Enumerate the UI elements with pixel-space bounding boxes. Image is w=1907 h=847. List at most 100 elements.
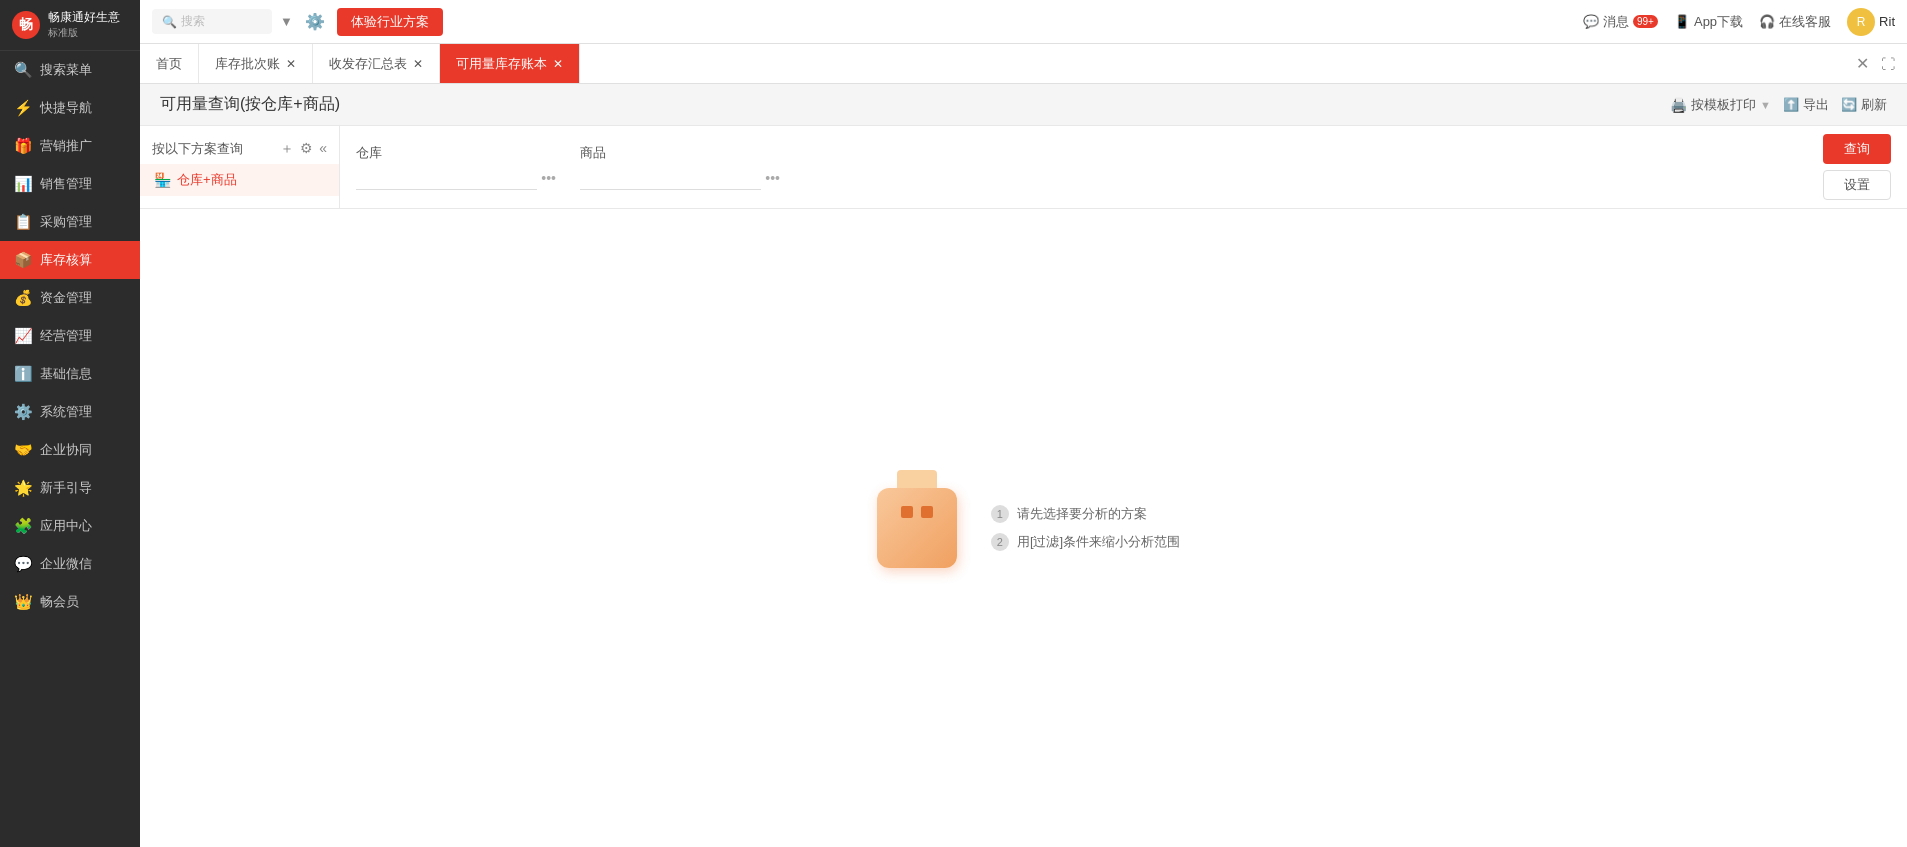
sidebar-item-sales[interactable]: 📊 销售管理 xyxy=(0,165,140,203)
warehouse-more-icon[interactable]: ••• xyxy=(541,170,556,186)
filter-title: 按以下方案查询 xyxy=(152,140,243,158)
refresh-btn[interactable]: 🔄 刷新 xyxy=(1841,96,1887,114)
scheme-item-warehouse-product[interactable]: 🏪 仓库+商品 xyxy=(140,164,339,196)
warehouse-input[interactable] xyxy=(356,166,537,190)
print-btn[interactable]: 🖨️ 按模板打印 ▼ xyxy=(1670,96,1771,114)
tab-collect-summary[interactable]: 收发存汇总表 ✕ xyxy=(313,44,440,83)
scheme-label: 仓库+商品 xyxy=(177,171,237,189)
tab-collect-close[interactable]: ✕ xyxy=(413,57,423,71)
sidebar-item-appcenter[interactable]: 🧩 应用中心 xyxy=(0,507,140,545)
money-icon: 💰 xyxy=(14,289,32,307)
sidebar-label-appcenter: 应用中心 xyxy=(40,517,92,535)
sidebar-item-system[interactable]: ⚙️ 系统管理 xyxy=(0,393,140,431)
tab-batch-close[interactable]: ✕ xyxy=(286,57,296,71)
message-btn[interactable]: 💬 消息 99+ xyxy=(1583,13,1658,31)
sidebar-item-search[interactable]: 🔍 搜索菜单 xyxy=(0,51,140,89)
logo-icon: 畅 xyxy=(12,11,40,39)
sidebar-item-basic[interactable]: ℹ️ 基础信息 xyxy=(0,355,140,393)
sidebar-item-stock[interactable]: 📦 库存核算 xyxy=(0,241,140,279)
info-icon: ℹ️ xyxy=(14,365,32,383)
tab-collect-label: 收发存汇总表 xyxy=(329,55,407,73)
puzzle-icon: 🧩 xyxy=(14,517,32,535)
product-field-label: 商品 xyxy=(580,144,780,162)
sidebar-label-basic: 基础信息 xyxy=(40,365,92,383)
star-icon: 🌟 xyxy=(14,479,32,497)
filter-right: 仓库 ••• 商品 ••• 查询 设置 xyxy=(340,126,1907,208)
sidebar-item-corpwechat[interactable]: 💬 企业微信 xyxy=(0,545,140,583)
crown-icon: 👑 xyxy=(14,593,32,611)
print-icon: 🖨️ xyxy=(1670,97,1687,113)
sidebar-label-vip: 畅会员 xyxy=(40,593,79,611)
app-download-btn[interactable]: 📱 App下载 xyxy=(1674,13,1743,31)
tab-available-close[interactable]: ✕ xyxy=(553,57,563,71)
user-name: Rit xyxy=(1879,14,1895,29)
sidebar-label-system: 系统管理 xyxy=(40,403,92,421)
tab-batch-ledger[interactable]: 库存批次账 ✕ xyxy=(199,44,313,83)
sidebar-item-guide[interactable]: 🌟 新手引导 xyxy=(0,469,140,507)
user-area[interactable]: R Rit xyxy=(1847,8,1895,36)
sidebar-label-stock: 库存核算 xyxy=(40,251,92,269)
trial-btn[interactable]: 体验行业方案 xyxy=(337,8,443,36)
product-input[interactable] xyxy=(580,166,761,190)
settings-icon[interactable]: ⚙️ xyxy=(301,8,329,35)
filter-title-actions: ＋ ⚙ « xyxy=(280,140,327,158)
export-btn[interactable]: ⬆️ 导出 xyxy=(1783,96,1829,114)
sidebar-item-purchase[interactable]: 📋 采购管理 xyxy=(0,203,140,241)
sidebar-item-vip[interactable]: 👑 畅会员 xyxy=(0,583,140,621)
edit-scheme-icon[interactable]: ⚙ xyxy=(300,140,313,158)
export-label: 导出 xyxy=(1803,96,1829,114)
hint-num-1: 1 xyxy=(991,505,1009,523)
sidebar-label-shortcut: 快捷导航 xyxy=(40,99,92,117)
tab-available-label: 可用量库存账本 xyxy=(456,55,547,73)
logo-text: 畅康通好生意 标准版 xyxy=(48,10,120,40)
topbar-dropdown-icon[interactable]: ▼ xyxy=(280,14,293,29)
tabbar-close-button[interactable]: ✕ xyxy=(1852,50,1873,77)
chat-icon: 💬 xyxy=(14,555,32,573)
sidebar-item-shortcut[interactable]: ⚡ 快捷导航 xyxy=(0,89,140,127)
product-more-icon[interactable]: ••• xyxy=(765,170,780,186)
tab-home-label: 首页 xyxy=(156,55,182,73)
sidebar-label-biz: 经营管理 xyxy=(40,327,92,345)
print-label: 按模板打印 xyxy=(1691,96,1756,114)
warehouse-input-row: ••• xyxy=(356,166,556,190)
online-service-label: 在线客服 xyxy=(1779,13,1831,31)
query-button[interactable]: 查询 xyxy=(1823,134,1891,164)
collapse-icon[interactable]: « xyxy=(319,140,327,158)
topbar-right: 💬 消息 99+ 📱 App下载 🎧 在线客服 R Rit xyxy=(1583,8,1895,36)
sidebar-item-corp[interactable]: 🤝 企业协同 xyxy=(0,431,140,469)
print-dropdown-icon[interactable]: ▼ xyxy=(1760,99,1771,111)
empty-hints: 1 请先选择要分析的方案 2 用[过滤]条件来缩小分析范围 xyxy=(991,505,1180,551)
empty-content: 1 请先选择要分析的方案 2 用[过滤]条件来缩小分析范围 xyxy=(867,478,1180,578)
topbar: 🔍 搜索 ▼ ⚙️ 体验行业方案 💬 消息 99+ 📱 App下载 🎧 在线客服… xyxy=(140,0,1907,44)
message-icon: 💬 xyxy=(1583,14,1599,29)
sidebar-item-biz[interactable]: 📈 经营管理 xyxy=(0,317,140,355)
sidebar-item-fund[interactable]: 💰 资金管理 xyxy=(0,279,140,317)
export-icon: ⬆️ xyxy=(1783,97,1799,112)
topbar-search-icon: 🔍 xyxy=(162,15,177,29)
tab-batch-label: 库存批次账 xyxy=(215,55,280,73)
headset-icon: 🎧 xyxy=(1759,14,1775,29)
filter-title-row: 按以下方案查询 ＋ ⚙ « xyxy=(140,134,339,164)
avatar: R xyxy=(1847,8,1875,36)
app-edition: 标准版 xyxy=(48,26,120,40)
topbar-search-text: 搜索 xyxy=(181,13,205,30)
message-badge: 99+ xyxy=(1633,15,1658,28)
sidebar-item-marketing[interactable]: 🎁 营销推广 xyxy=(0,127,140,165)
add-scheme-icon[interactable]: ＋ xyxy=(280,140,294,158)
box-icon: 📦 xyxy=(14,251,32,269)
app-name: 畅康通好生意 xyxy=(48,10,120,26)
robot-eye-right xyxy=(921,506,933,518)
refresh-label: 刷新 xyxy=(1861,96,1887,114)
page-header: 可用量查询(按仓库+商品) 🖨️ 按模板打印 ▼ ⬆️ 导出 🔄 刷新 xyxy=(140,84,1907,126)
hint-text-2: 用[过滤]条件来缩小分析范围 xyxy=(1017,533,1180,551)
topbar-search-box[interactable]: 🔍 搜索 xyxy=(152,9,272,34)
hint-text-1: 请先选择要分析的方案 xyxy=(1017,505,1147,523)
tab-available-ledger[interactable]: 可用量库存账本 ✕ xyxy=(440,44,580,83)
sidebar-logo: 畅 畅康通好生意 标准版 xyxy=(0,0,140,51)
sidebar-label-fund: 资金管理 xyxy=(40,289,92,307)
search-icon: 🔍 xyxy=(14,61,32,79)
setting-button[interactable]: 设置 xyxy=(1823,170,1891,200)
tab-home[interactable]: 首页 xyxy=(140,44,199,83)
online-service-btn[interactable]: 🎧 在线客服 xyxy=(1759,13,1831,31)
tabbar-expand-button[interactable]: ⛶ xyxy=(1877,52,1899,76)
